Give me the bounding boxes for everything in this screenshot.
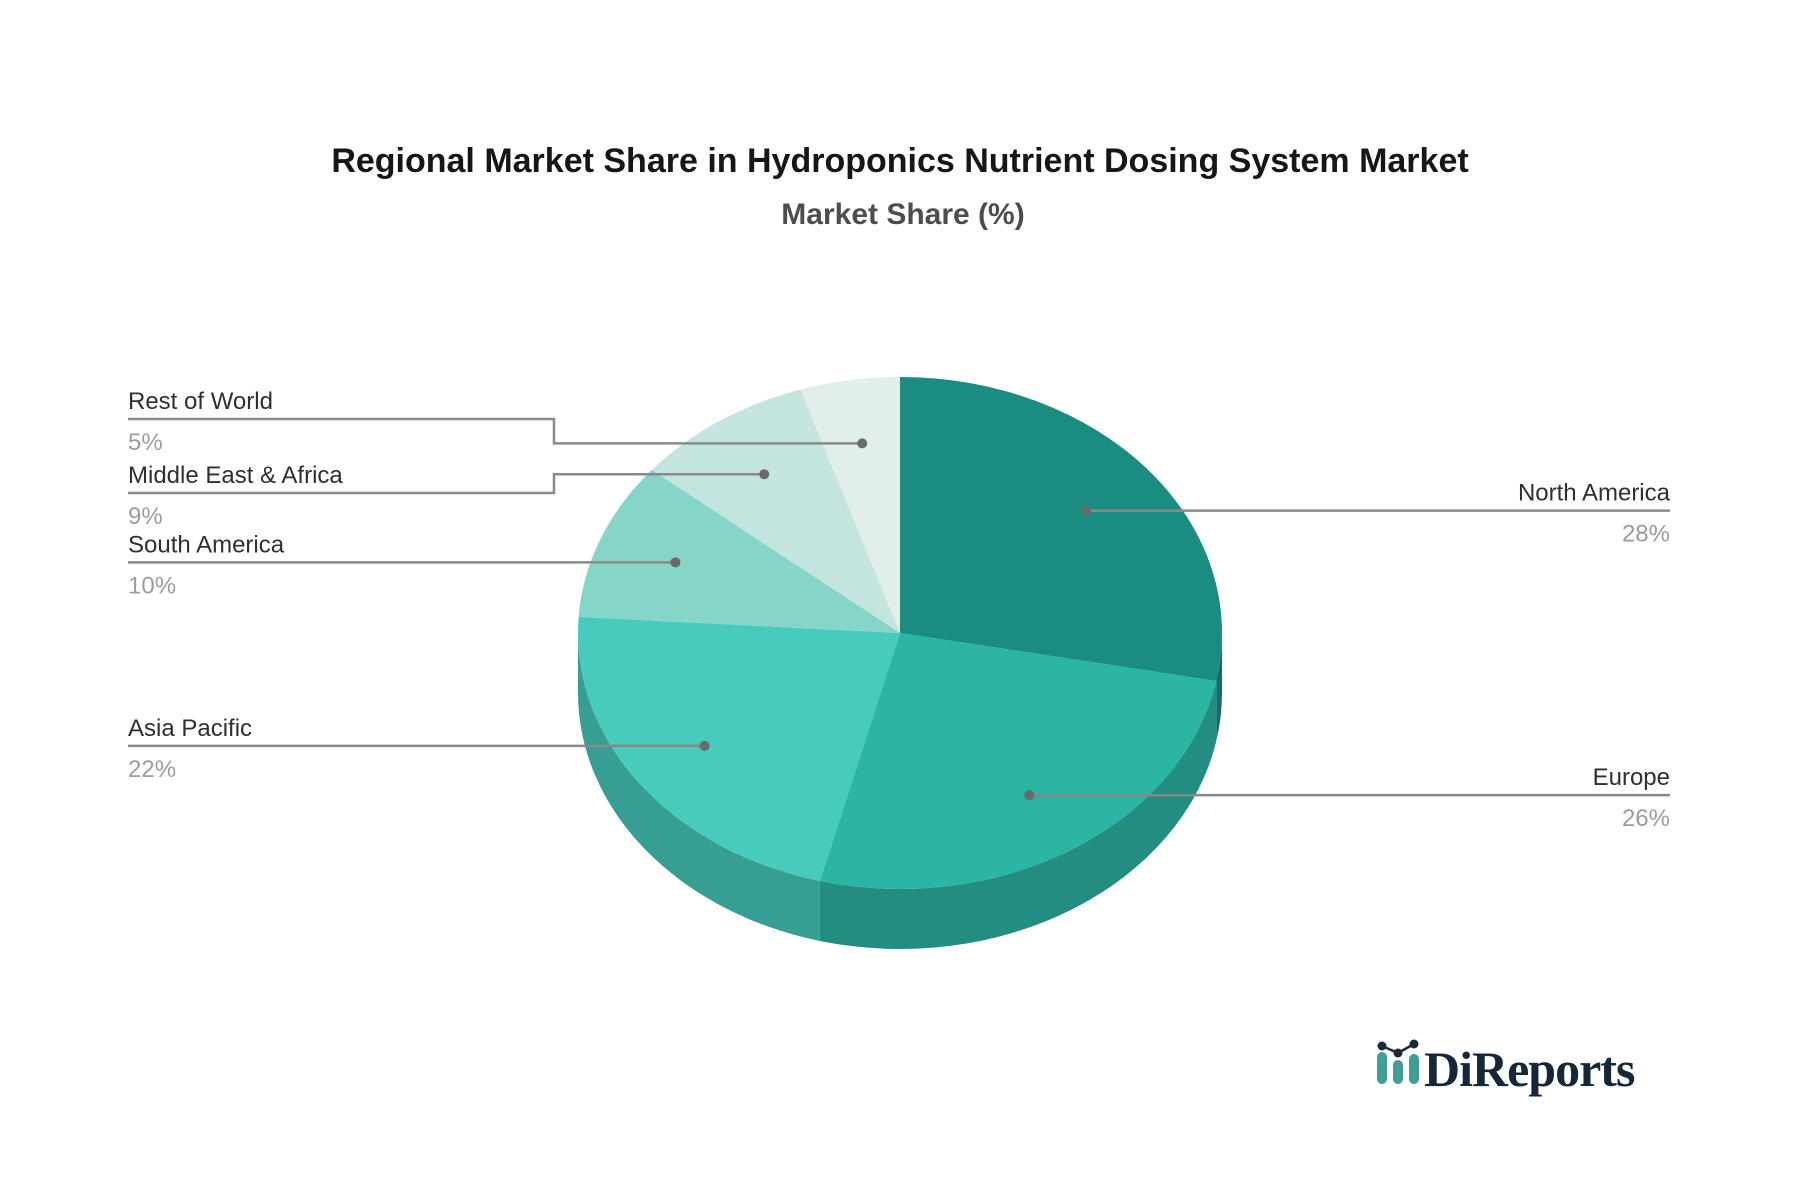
slice-value-europe: 26% [1622,805,1670,832]
slice-label-rest-of-world: Rest of World [128,388,273,415]
connector-dot [670,557,681,568]
connector-dot [759,469,770,480]
slice-value-rest-of-world: 5% [128,429,163,456]
slice-value-north-america: 28% [1622,521,1670,548]
connector-dot [1081,505,1092,516]
pie-chart: Regional Market Share in Hydroponics Nut… [128,142,1671,1097]
slice-label-europe: Europe [1593,764,1670,791]
bar-line-chart-icon [1377,1039,1419,1084]
slice-label-north-america: North America [1518,480,1671,507]
chart-subtitle: Market Share (%) [781,198,1024,231]
slice-value-middle-east-africa: 9% [128,503,163,530]
slice-value-south-america: 10% [128,572,176,599]
logo-text: DiReports [1424,1041,1635,1097]
connector-dot [699,740,710,751]
chart-canvas: Regional Market Share in Hydroponics Nut… [0,0,1800,1196]
slice-label-middle-east-africa: Middle East & Africa [128,462,343,489]
slice-label-south-america: South America [128,531,285,558]
slice-label-asia-pacific: Asia Pacific [128,715,252,742]
connector-dot [857,438,868,449]
chart-title: Regional Market Share in Hydroponics Nut… [331,142,1468,180]
pie-slice-north-america[interactable] [900,377,1222,681]
pie-slices [577,377,1222,889]
logo: DiReports [1377,1039,1636,1097]
slice-value-asia-pacific: 22% [128,756,176,783]
connector-dot [1024,790,1035,801]
